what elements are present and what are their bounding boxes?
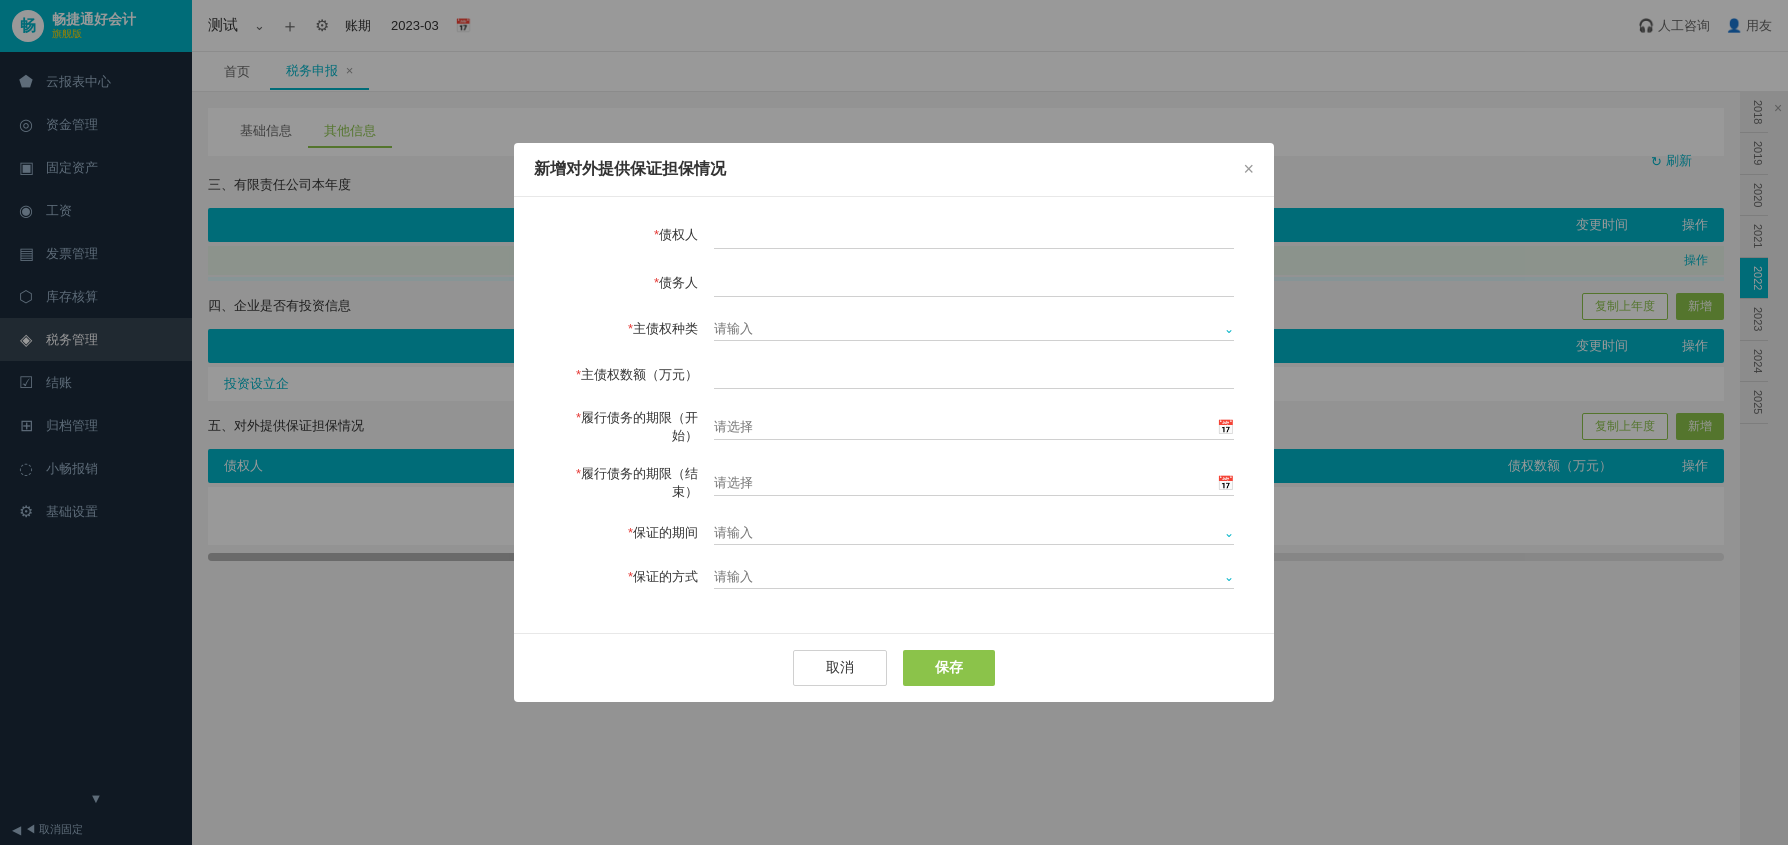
creditor-input[interactable]: [714, 221, 1234, 249]
form-row-period-start: *履行债务的期限（开始） 📅: [554, 409, 1234, 445]
form-label-guarantee-period: *保证的期间: [554, 524, 714, 542]
debtor-input[interactable]: [714, 269, 1234, 297]
guarantee-method-input[interactable]: [714, 569, 1224, 584]
guarantee-period-arrow-icon[interactable]: ⌄: [1224, 526, 1234, 540]
guarantee-method-arrow-icon[interactable]: ⌄: [1224, 570, 1234, 584]
creditor-amount-input[interactable]: [714, 361, 1234, 389]
guarantee-period-input[interactable]: [714, 525, 1224, 540]
form-label-creditor-type: *主债权种类: [554, 320, 714, 338]
form-row-debtor: *债务人: [554, 269, 1234, 297]
form-label-period-end: *履行债务的期限（结束）: [554, 465, 714, 501]
form-label-creditor-amount: *主债权数额（万元）: [554, 366, 714, 384]
period-start-calendar-icon[interactable]: 📅: [1217, 419, 1234, 435]
save-button[interactable]: 保存: [903, 650, 995, 686]
period-end-input[interactable]: [714, 475, 1217, 490]
add-guarantee-dialog: 新增对外提供保证担保情况 × *债权人 *债务人: [514, 143, 1274, 702]
form-row-period-end: *履行债务的期限（结束） 📅: [554, 465, 1234, 501]
dialog-body: *债权人 *债务人 *主债权种类: [514, 197, 1274, 633]
period-end-calendar-icon[interactable]: 📅: [1217, 475, 1234, 491]
form-row-guarantee-period: *保证的期间 ⌄: [554, 521, 1234, 545]
form-row-guarantee-method: *保证的方式 ⌄: [554, 565, 1234, 589]
form-label-creditor: *债权人: [554, 226, 714, 244]
period-start-input[interactable]: [714, 419, 1217, 434]
dialog-title: 新增对外提供保证担保情况: [534, 159, 726, 180]
form-label-guarantee-method: *保证的方式: [554, 568, 714, 586]
dialog-footer: 取消 保存: [514, 633, 1274, 702]
dialog-overlay: 新增对外提供保证担保情况 × *债权人 *债务人: [0, 0, 1788, 845]
form-row-creditor-amount: *主债权数额（万元）: [554, 361, 1234, 389]
creditor-type-input[interactable]: [714, 321, 1224, 336]
creditor-type-arrow-icon[interactable]: ⌄: [1224, 322, 1234, 336]
dialog-close-btn[interactable]: ×: [1243, 159, 1254, 180]
form-row-creditor: *债权人: [554, 221, 1234, 249]
form-label-debtor: *债务人: [554, 274, 714, 292]
dialog-header: 新增对外提供保证担保情况 ×: [514, 143, 1274, 197]
form-row-creditor-type: *主债权种类 ⌄: [554, 317, 1234, 341]
form-label-period-start: *履行债务的期限（开始）: [554, 409, 714, 445]
cancel-button[interactable]: 取消: [793, 650, 887, 686]
